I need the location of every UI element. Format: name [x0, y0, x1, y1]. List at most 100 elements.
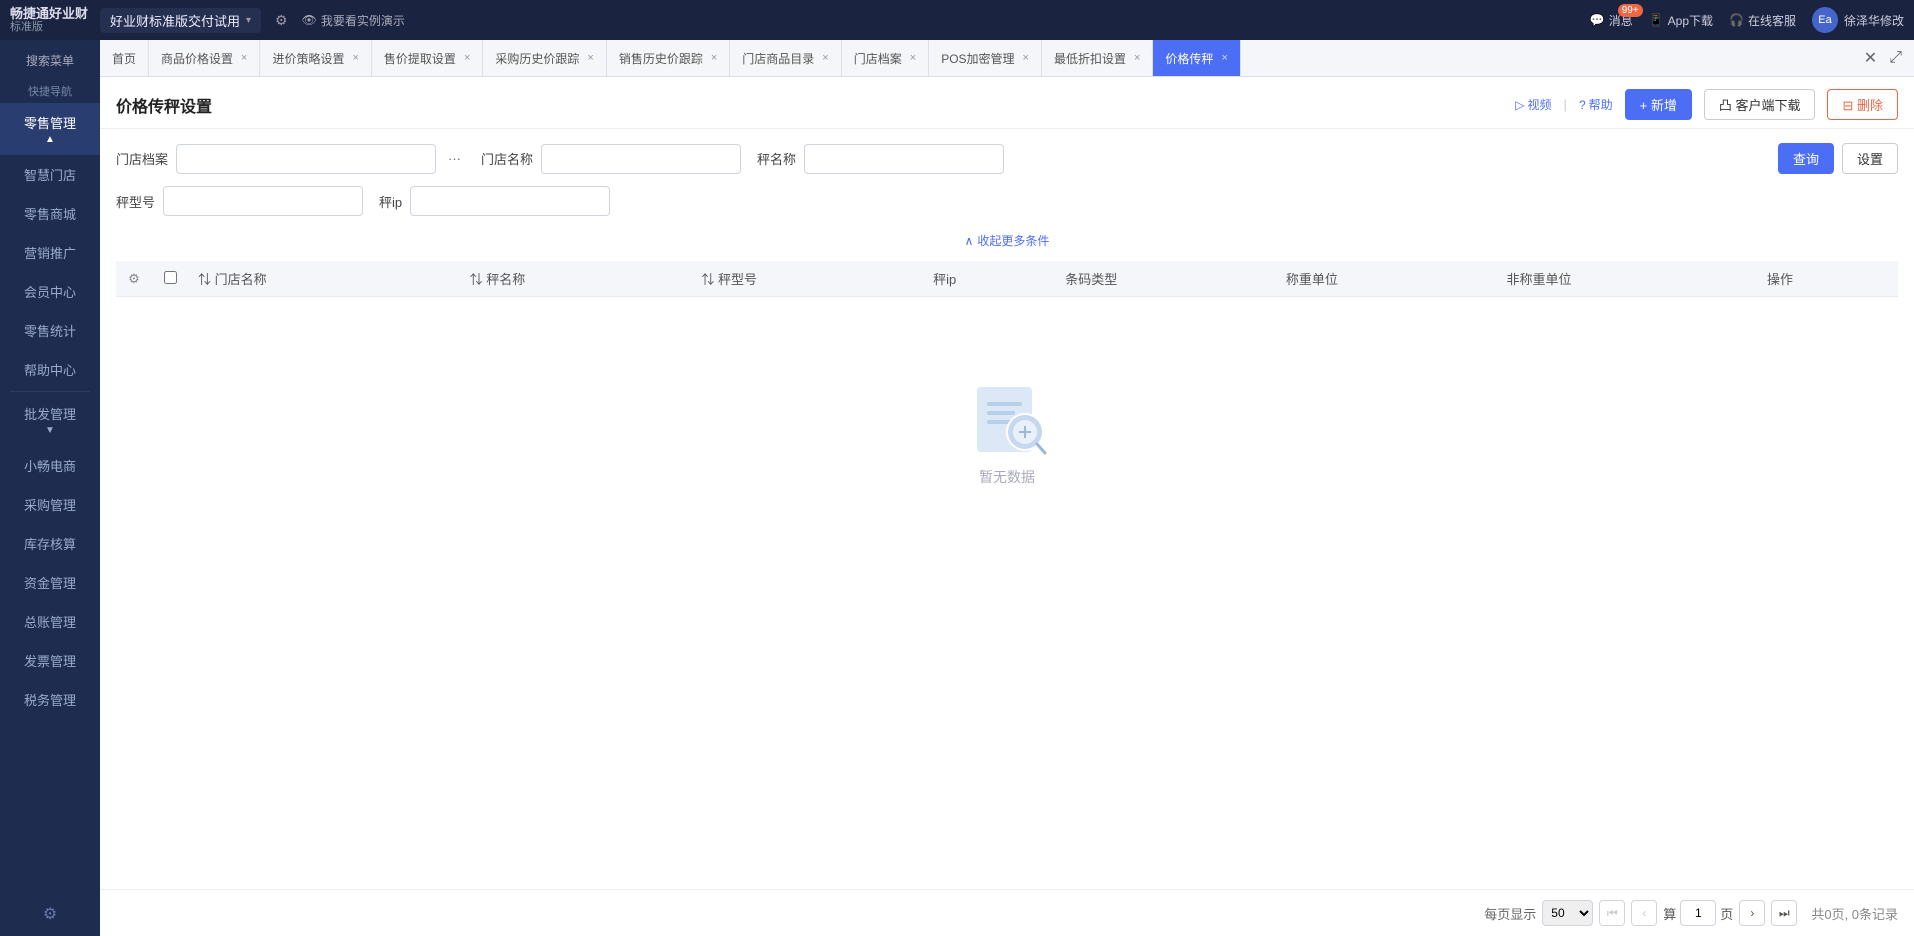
sidebar-item-fund-manage[interactable]: 资金管理 [0, 563, 100, 602]
logo-sub: 标准版 [10, 21, 90, 34]
message-action[interactable]: 💬 消息 99+ [1590, 12, 1633, 29]
tab-sale-price[interactable]: 售价提取设置 × [372, 40, 483, 76]
sidebar-search[interactable]: 搜索菜单 [26, 40, 74, 77]
play-icon: ▷ [1515, 98, 1524, 112]
tab-min-discount[interactable]: 最低折扣设置 × [1042, 40, 1153, 76]
page-header: 价格传秤设置 ▷ 视频 | ? 帮助 + 新增 凸 客户端下载 ⊟ [100, 77, 1914, 129]
sidebar-item-retail-manage[interactable]: 零售管理 ▲ [0, 103, 100, 155]
tab-purchase-strategy-close[interactable]: × [352, 52, 358, 64]
tab-purchase-strategy[interactable]: 进价策略设置 × [260, 40, 371, 76]
per-page-select[interactable]: 10 20 50 100 [1542, 900, 1593, 926]
version-selector[interactable]: 好业财标准版交付试用 ▾ [100, 8, 261, 33]
arrow-down-icon: ▼ [45, 425, 55, 436]
tab-min-discount-label: 最低折扣设置 [1054, 50, 1126, 67]
page-header-actions: ▷ 视频 | ? 帮助 + 新增 凸 客户端下载 ⊟ 删除 [1515, 89, 1898, 120]
tab-purchase-history[interactable]: 采购历史价跟踪 × [483, 40, 606, 76]
tab-commodity-price[interactable]: 商品价格设置 × [149, 40, 260, 76]
scale-ip-input[interactable] [410, 186, 610, 216]
content-area: 价格传秤设置 ▷ 视频 | ? 帮助 + 新增 凸 客户端下载 ⊟ [100, 77, 1914, 936]
sidebar-item-retail-stats[interactable]: 零售统计 [0, 311, 100, 350]
tab-commodity-price-close[interactable]: × [241, 52, 247, 64]
th-store-name[interactable]: ⇅ 门店名称 [188, 261, 460, 297]
sidebar-item-inventory[interactable]: 库存核算 [0, 524, 100, 563]
tab-price-scale[interactable]: 价格传秤 × [1153, 40, 1240, 76]
online-service-label: 在线客服 [1748, 12, 1796, 29]
sidebar-item-marketing[interactable]: 营销推广 [0, 233, 100, 272]
message-badge: 99+ [1618, 4, 1643, 17]
download-button[interactable]: 凸 客户端下载 [1704, 89, 1816, 120]
sidebar-item-purchase-manage[interactable]: 采购管理 [0, 485, 100, 524]
sidebar-item-xiaochu-ecom[interactable]: 小畅电商 [0, 446, 100, 485]
expand-tab-button[interactable]: ⤢ [1885, 47, 1906, 69]
tab-pos-manage-label: POS加密管理 [941, 50, 1014, 67]
online-service-action[interactable]: 🎧 在线客服 [1729, 12, 1796, 29]
settings-icon[interactable]: ⚙ [271, 8, 292, 33]
prev-page-button[interactable]: ‹ [1631, 900, 1657, 926]
scale-name-input[interactable] [804, 144, 1004, 174]
avatar: Ea [1812, 7, 1838, 33]
tab-price-scale-close[interactable]: × [1221, 52, 1227, 64]
inventory-label: 库存核算 [24, 534, 76, 553]
tab-store-catalog[interactable]: 门店商品目录 × [730, 40, 841, 76]
table-wrapper: ⚙ ⇅ 门店名称 ⇅ 秤名称 [100, 261, 1914, 889]
tab-bar: 首页 商品价格设置 × 进价策略设置 × 售价提取设置 × [100, 40, 1914, 76]
per-page-label: 每页显示 [1484, 904, 1536, 923]
first-page-button[interactable]: ⏮ [1599, 900, 1625, 926]
sidebar-gear-icon[interactable]: ⚙ [43, 892, 57, 936]
config-button[interactable]: 设置 [1842, 143, 1898, 174]
tab-home-label: 首页 [112, 50, 136, 67]
sidebar-item-invoice-manage[interactable]: 发票管理 [0, 641, 100, 680]
delete-button[interactable]: ⊟ 删除 [1827, 89, 1898, 120]
tab-sale-history[interactable]: 销售历史价跟踪 × [607, 40, 730, 76]
app-download-action[interactable]: 📱 App下载 [1649, 12, 1713, 29]
tab-pos-manage-close[interactable]: × [1023, 52, 1029, 64]
last-page-button[interactable]: ⏭ [1771, 900, 1797, 926]
help-link[interactable]: ? 帮助 [1579, 96, 1613, 113]
scale-model-input[interactable] [163, 186, 363, 216]
tab-store-catalog-close[interactable]: × [822, 52, 828, 64]
main-layout: 搜索菜单 快捷导航 零售管理 ▲ 智慧门店 零售商城 营销推广 会员中心 零售统… [0, 40, 1914, 936]
tab-sale-price-close[interactable]: × [464, 52, 470, 64]
video-link[interactable]: ▷ 视频 [1515, 96, 1551, 113]
app-logo: 畅捷通好业财 标准版 [10, 6, 90, 35]
tab-store-profile[interactable]: 门店档案 × [842, 40, 929, 76]
page-input[interactable] [1680, 900, 1716, 926]
sidebar-item-retail-mall[interactable]: 零售商城 [0, 194, 100, 233]
ellipsis-button[interactable]: ··· [444, 151, 465, 166]
collapse-button[interactable]: ∧ 收起更多条件 [965, 232, 1050, 249]
message-icon: 💬 [1590, 13, 1605, 27]
sidebar-item-wholesale-manage[interactable]: 批发管理 ▼ [0, 394, 100, 446]
th-scale-name[interactable]: ⇅ 秤名称 [460, 261, 692, 297]
close-tab-button[interactable]: ✕ [1860, 46, 1881, 70]
table-header-row: ⚙ ⇅ 门店名称 ⇅ 秤名称 [116, 261, 1898, 297]
header-sep: | [1564, 97, 1567, 112]
select-all-checkbox[interactable] [164, 271, 177, 284]
add-button[interactable]: + 新增 [1625, 89, 1692, 120]
store-name-input[interactable] [541, 144, 741, 174]
sidebar-item-smart-store[interactable]: 智慧门店 [0, 155, 100, 194]
arrow-up-icon: ▲ [45, 134, 55, 145]
sidebar-item-general-ledger[interactable]: 总账管理 [0, 602, 100, 641]
tab-store-profile-close[interactable]: × [910, 52, 916, 64]
th-gear[interactable]: ⚙ [116, 261, 152, 297]
next-page-button[interactable]: › [1739, 900, 1765, 926]
page-label: 算 [1663, 904, 1676, 923]
sidebar-item-help-center[interactable]: 帮助中心 [0, 350, 100, 389]
retail-mall-label: 零售商城 [24, 204, 76, 223]
tab-purchase-history-close[interactable]: × [587, 52, 593, 64]
tab-home[interactable]: 首页 [100, 40, 149, 76]
user-profile[interactable]: Ea 徐泽华修改 [1812, 7, 1904, 33]
store-profile-input[interactable] [176, 144, 436, 174]
tab-sale-history-close[interactable]: × [711, 52, 717, 64]
tab-commodity-price-label: 商品价格设置 [161, 50, 233, 67]
demo-link[interactable]: 👁 我要看实例演示 [302, 12, 405, 29]
sidebar-item-member-center[interactable]: 会员中心 [0, 272, 100, 311]
tab-min-discount-close[interactable]: × [1134, 52, 1140, 64]
page-indicator: 算 页 [1663, 900, 1733, 926]
query-button[interactable]: 查询 [1778, 143, 1834, 174]
sidebar-item-tax-manage[interactable]: 税务管理 [0, 680, 100, 719]
wholesale-manage-label: 批发管理 [24, 404, 76, 423]
tab-pos-manage[interactable]: POS加密管理 × [929, 40, 1042, 76]
member-center-label: 会员中心 [24, 282, 76, 301]
th-scale-model[interactable]: ⇅ 秤型号 [691, 261, 923, 297]
